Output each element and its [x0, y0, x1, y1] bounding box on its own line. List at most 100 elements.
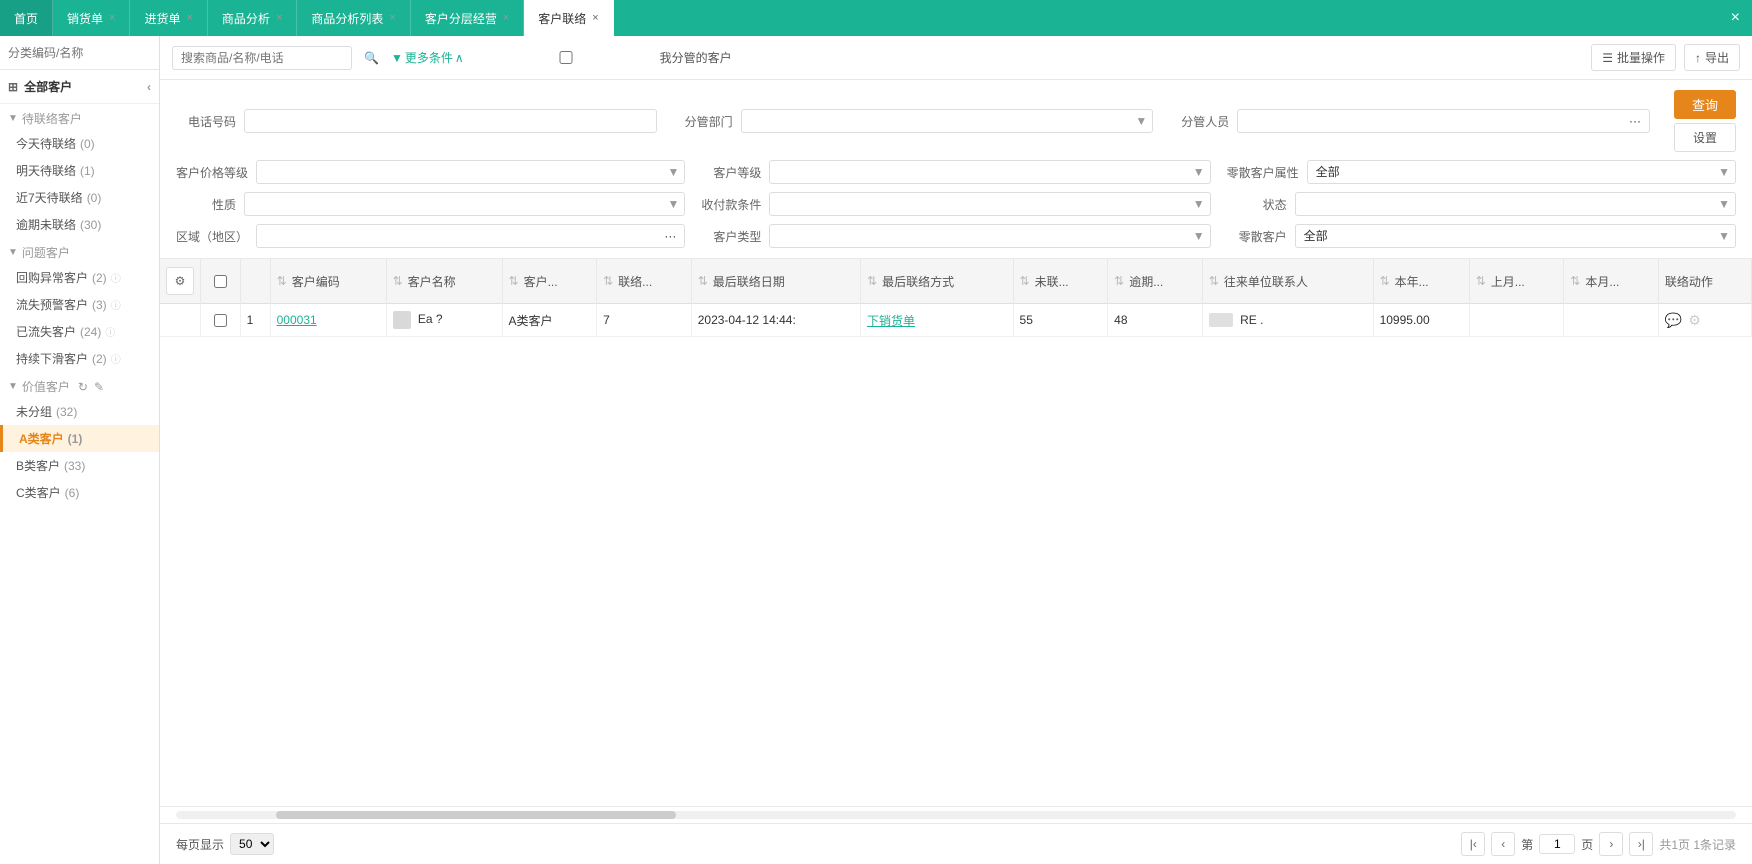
my-customers-toggle[interactable]: 我分管的客户 — [476, 49, 732, 66]
col-code[interactable]: ⇅客户编码 — [270, 259, 386, 304]
col-last-method-label: 最后联络方式 — [882, 273, 954, 290]
customer-type-wrap: ▼ — [769, 224, 1210, 248]
prev-page-btn[interactable]: ‹ — [1491, 832, 1515, 856]
week-count: (0) — [87, 191, 102, 205]
per-page-select[interactable]: 50 — [230, 833, 274, 855]
search-button[interactable]: 查询 — [1674, 90, 1736, 119]
tab-customer-contact-close[interactable]: × — [592, 12, 598, 24]
value-group-edit-icon[interactable]: ✎ — [94, 380, 104, 394]
col-last-date[interactable]: ⇅最后联络日期 — [691, 259, 860, 304]
retail2-select[interactable]: 全部 — [1295, 224, 1736, 248]
select-all-checkbox[interactable] — [214, 275, 227, 288]
sidebar-item-tomorrow[interactable]: 明天待联络 (1) — [0, 157, 159, 184]
payment-select[interactable] — [769, 192, 1210, 216]
search-input[interactable] — [172, 46, 352, 70]
price-level-label: 客户价格等级 — [176, 164, 248, 181]
sidebar-item-ungrouped[interactable]: 未分组 (32) — [0, 398, 159, 425]
close-all-tabs[interactable]: × — [1731, 9, 1752, 27]
retail-attr-select[interactable]: 全部 — [1307, 160, 1736, 184]
batch-op-button[interactable]: ☰ 批量操作 — [1591, 44, 1676, 71]
sidebar-search-input[interactable] — [8, 46, 160, 60]
sidebar-item-churned[interactable]: 已流失客户 (24) ⓘ — [0, 318, 159, 345]
tab-purchase[interactable]: 进货单 × — [130, 0, 207, 36]
advanced-filter: 电话号码 分管部门 ▼ 分管人员 — [160, 80, 1752, 259]
sidebar-item-week[interactable]: 近7天待联络 (0) — [0, 184, 159, 211]
class-c-count: (6) — [65, 486, 80, 500]
next-page-btn[interactable]: › — [1599, 832, 1623, 856]
tab-home[interactable]: 首页 — [0, 0, 53, 36]
horizontal-scrollbar[interactable] — [176, 811, 1736, 819]
tab-goods-analysis[interactable]: 商品分析 × — [208, 0, 297, 36]
col-contact[interactable]: ⇅联络... — [597, 259, 692, 304]
filter-bar: 🔍 ▼ 更多条件 ∧ 我分管的客户 ☰ 批量操作 ↑ — [160, 36, 1752, 80]
more-conditions-btn[interactable]: ▼ 更多条件 ∧ — [391, 49, 464, 66]
col-this-month[interactable]: ⇅本月... — [1564, 259, 1659, 304]
col-no-contact-resizer: ⇅ — [1020, 274, 1030, 288]
pending-group-label: 待联络客户 — [22, 110, 82, 127]
col-contacts[interactable]: ⇅往来单位联系人 — [1202, 259, 1373, 304]
nature-select[interactable] — [244, 192, 685, 216]
sidebar-collapse-icon[interactable]: ‹ — [147, 80, 151, 94]
sidebar-item-declining[interactable]: 持续下滑客户 (2) ⓘ — [0, 345, 159, 372]
col-no-contact-label: 未联... — [1035, 273, 1069, 290]
sidebar-item-today[interactable]: 今天待联络 (0) — [0, 130, 159, 157]
tab-customer-contact[interactable]: 客户联络 × — [524, 0, 613, 36]
sidebar-item-class-a[interactable]: A类客户 (1) — [0, 425, 159, 452]
col-name[interactable]: ⇅客户名称 — [386, 259, 502, 304]
col-overdue[interactable]: ⇅逾期... — [1108, 259, 1203, 304]
tab-sales[interactable]: 销货单 × — [53, 0, 130, 36]
filter-search-icon[interactable]: 🔍 — [364, 51, 379, 65]
value-group-refresh-icon[interactable]: ↻ — [78, 380, 88, 394]
class-c-label: C类客户 — [16, 484, 61, 501]
filter-retail2: 零散客户 全部 ▼ — [1227, 224, 1736, 248]
scroll-thumb[interactable] — [276, 811, 676, 819]
tab-goods-analysis-list[interactable]: 商品分析列表 × — [297, 0, 410, 36]
row-code-link[interactable]: 000031 — [277, 313, 317, 327]
phone-input[interactable] — [244, 109, 657, 133]
filter-row-2: 客户价格等级 ▼ 客户等级 ▼ 零散客户属性 — [176, 160, 1736, 184]
tab-goods-analysis-list-close[interactable]: × — [389, 12, 395, 24]
col-type[interactable]: ⇅客户... — [502, 259, 597, 304]
sidebar-item-class-b[interactable]: B类客户 (33) — [0, 452, 159, 479]
row-checkbox[interactable] — [214, 314, 227, 327]
row-this-month — [1564, 304, 1659, 337]
region-input[interactable]: ··· — [256, 224, 685, 248]
sidebar-item-churn-warning[interactable]: 流失预警客户 (3) ⓘ — [0, 291, 159, 318]
sidebar-all-customers-header[interactable]: ⊞ 全部客户 ‹ — [0, 70, 159, 104]
row-last-method-link[interactable]: 下销货单 — [867, 314, 915, 328]
customer-level-select[interactable] — [769, 160, 1210, 184]
page-number-input[interactable] — [1539, 834, 1575, 854]
price-level-select[interactable] — [256, 160, 685, 184]
tab-sales-close[interactable]: × — [109, 12, 115, 24]
col-settings-gear[interactable]: ⚙ — [166, 267, 194, 295]
payment-label: 收付款条件 — [701, 196, 761, 213]
tab-purchase-close[interactable]: × — [186, 12, 192, 24]
status-select[interactable] — [1295, 192, 1736, 216]
person-input[interactable]: ··· — [1237, 109, 1650, 133]
today-label: 今天待联络 — [16, 135, 76, 152]
phone-input-wrap — [244, 109, 657, 133]
settings-button[interactable]: 设置 — [1674, 123, 1736, 152]
chat-action-icon[interactable]: 💬 — [1665, 312, 1682, 329]
tab-customer-segment-close[interactable]: × — [503, 12, 509, 24]
col-this-year[interactable]: ⇅本年... — [1373, 259, 1469, 304]
first-page-btn[interactable]: |‹ — [1461, 832, 1485, 856]
sidebar-item-repurchase-abnormal[interactable]: 回购异常客户 (2) ⓘ — [0, 264, 159, 291]
settings-action-icon[interactable]: ⚙ — [1688, 312, 1701, 329]
col-last-month[interactable]: ⇅上月... — [1469, 259, 1564, 304]
row-contacts-text: RE . — [1240, 313, 1263, 327]
per-page-label: 每页显示 — [176, 836, 224, 853]
app-root: 首页 销货单 × 进货单 × 商品分析 × 商品分析列表 × 客户分层经营 × … — [0, 0, 1752, 864]
sidebar-item-class-c[interactable]: C类客户 (6) — [0, 479, 159, 506]
my-customers-checkbox[interactable] — [476, 51, 656, 64]
dept-select[interactable] — [741, 109, 1154, 133]
sidebar-item-overdue[interactable]: 逾期未联络 (30) — [0, 211, 159, 238]
export-button[interactable]: ↑ 导出 — [1684, 44, 1740, 71]
customer-type-select[interactable] — [769, 224, 1210, 248]
col-last-method[interactable]: ⇅最后联络方式 — [861, 259, 1014, 304]
row-contacts: RE . — [1202, 304, 1373, 337]
tab-goods-analysis-close[interactable]: × — [276, 12, 282, 24]
col-no-contact[interactable]: ⇅ 未联... — [1013, 259, 1108, 304]
tab-customer-segment[interactable]: 客户分层经营 × — [411, 0, 524, 36]
last-page-btn[interactable]: ›| — [1629, 832, 1653, 856]
